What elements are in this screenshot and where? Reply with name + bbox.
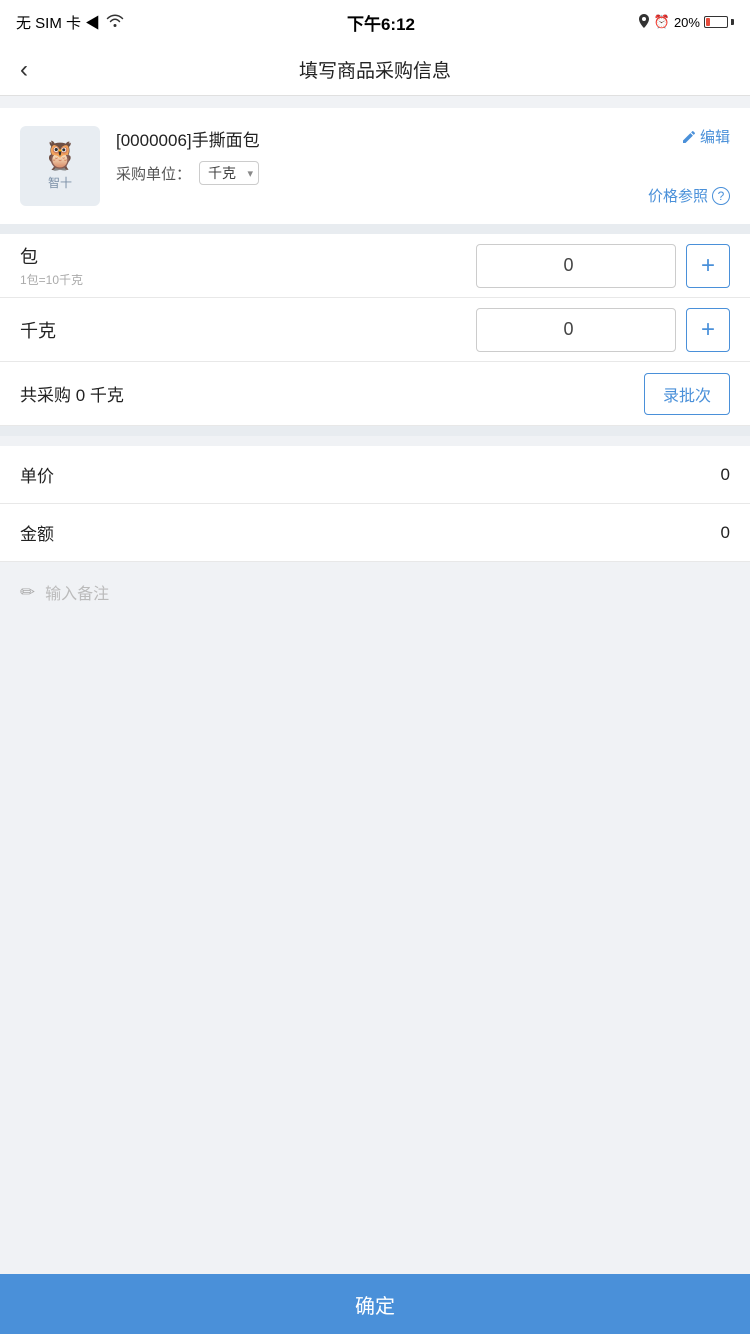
status-time: 下午6:12 [347, 10, 415, 35]
product-name: [0000006]手撕面包 [116, 126, 730, 151]
product-unit-row: 采购单位： 千克 包 [116, 161, 730, 185]
input-label-bao: 包 1包=10千克 [20, 243, 120, 288]
notes-placeholder: 输入备注 [45, 580, 109, 604]
product-thumb-text: 智十 [48, 174, 72, 191]
section-divider-2 [0, 426, 750, 436]
total-row: 共采购 0 千克 录批次 [0, 362, 750, 426]
amount-row: 金额 0 [0, 504, 750, 562]
input-right-bao: + [120, 244, 730, 288]
notes-section[interactable]: ✏ 输入备注 [0, 562, 750, 622]
page-title: 填写商品采购信息 [299, 56, 451, 83]
battery-percent: 20% [674, 15, 700, 30]
unit-label: 采购单位： [116, 163, 191, 184]
price-label: 单价 [20, 462, 54, 487]
amount-label: 金额 [20, 520, 54, 545]
sim-text: 无 SIM 卡 ◀ [16, 12, 100, 33]
price-value: 0 [721, 465, 730, 485]
input-right-kg: + [120, 308, 730, 352]
product-thumb-icon: 🦉 [43, 142, 78, 170]
input-section: 包 1包=10千克 + 千克 + [0, 234, 750, 362]
price-ref-label: 价格参照 [648, 185, 708, 206]
amount-value: 0 [721, 523, 730, 543]
product-thumbnail: 🦉 智十 [20, 126, 100, 206]
section-divider-1 [0, 224, 750, 234]
total-text: 共采购 0 千克 [20, 381, 124, 406]
info-section: 单价 0 金额 0 [0, 446, 750, 562]
qty-input-kg[interactable] [476, 308, 676, 352]
back-button[interactable]: ‹ [20, 58, 28, 82]
content-area [0, 622, 750, 882]
battery-icon [704, 16, 734, 28]
edit-button[interactable]: 编辑 [682, 126, 730, 147]
unit-select-wrapper[interactable]: 千克 包 [199, 161, 259, 185]
confirm-button[interactable]: 确定 [0, 1274, 750, 1334]
input-main-label-kg: 千克 [20, 317, 120, 343]
edit-label: 编辑 [700, 126, 730, 147]
status-bar: 无 SIM 卡 ◀ 下午6:12 ⏰ 20% [0, 0, 750, 44]
status-left: 无 SIM 卡 ◀ [16, 12, 124, 33]
plus-button-kg[interactable]: + [686, 308, 730, 352]
plus-button-bao[interactable]: + [686, 244, 730, 288]
input-row-bao: 包 1包=10千克 + [0, 234, 750, 298]
help-icon: ? [712, 187, 730, 205]
nav-bar: ‹ 填写商品采购信息 [0, 44, 750, 96]
qty-input-bao[interactable] [476, 244, 676, 288]
price-row: 单价 0 [0, 446, 750, 504]
status-right: ⏰ 20% [638, 14, 734, 31]
input-sub-label-bao: 1包=10千克 [20, 271, 120, 288]
product-card: 🦉 智十 [0000006]手撕面包 采购单位： 千克 包 编辑 价格参照 ? [0, 108, 750, 224]
record-batch-button[interactable]: 录批次 [644, 373, 730, 415]
alarm-icon: ⏰ [654, 14, 670, 30]
product-info: [0000006]手撕面包 采购单位： 千克 包 [116, 126, 730, 185]
unit-select[interactable]: 千克 包 [199, 161, 259, 185]
input-label-kg: 千克 [20, 317, 120, 343]
wifi-icon [106, 13, 124, 31]
input-row-kg: 千克 + [0, 298, 750, 362]
input-main-label-bao: 包 [20, 243, 120, 269]
price-ref-button[interactable]: 价格参照 ? [648, 185, 730, 206]
pencil-icon: ✏ [20, 582, 35, 603]
location-icon [638, 14, 650, 31]
